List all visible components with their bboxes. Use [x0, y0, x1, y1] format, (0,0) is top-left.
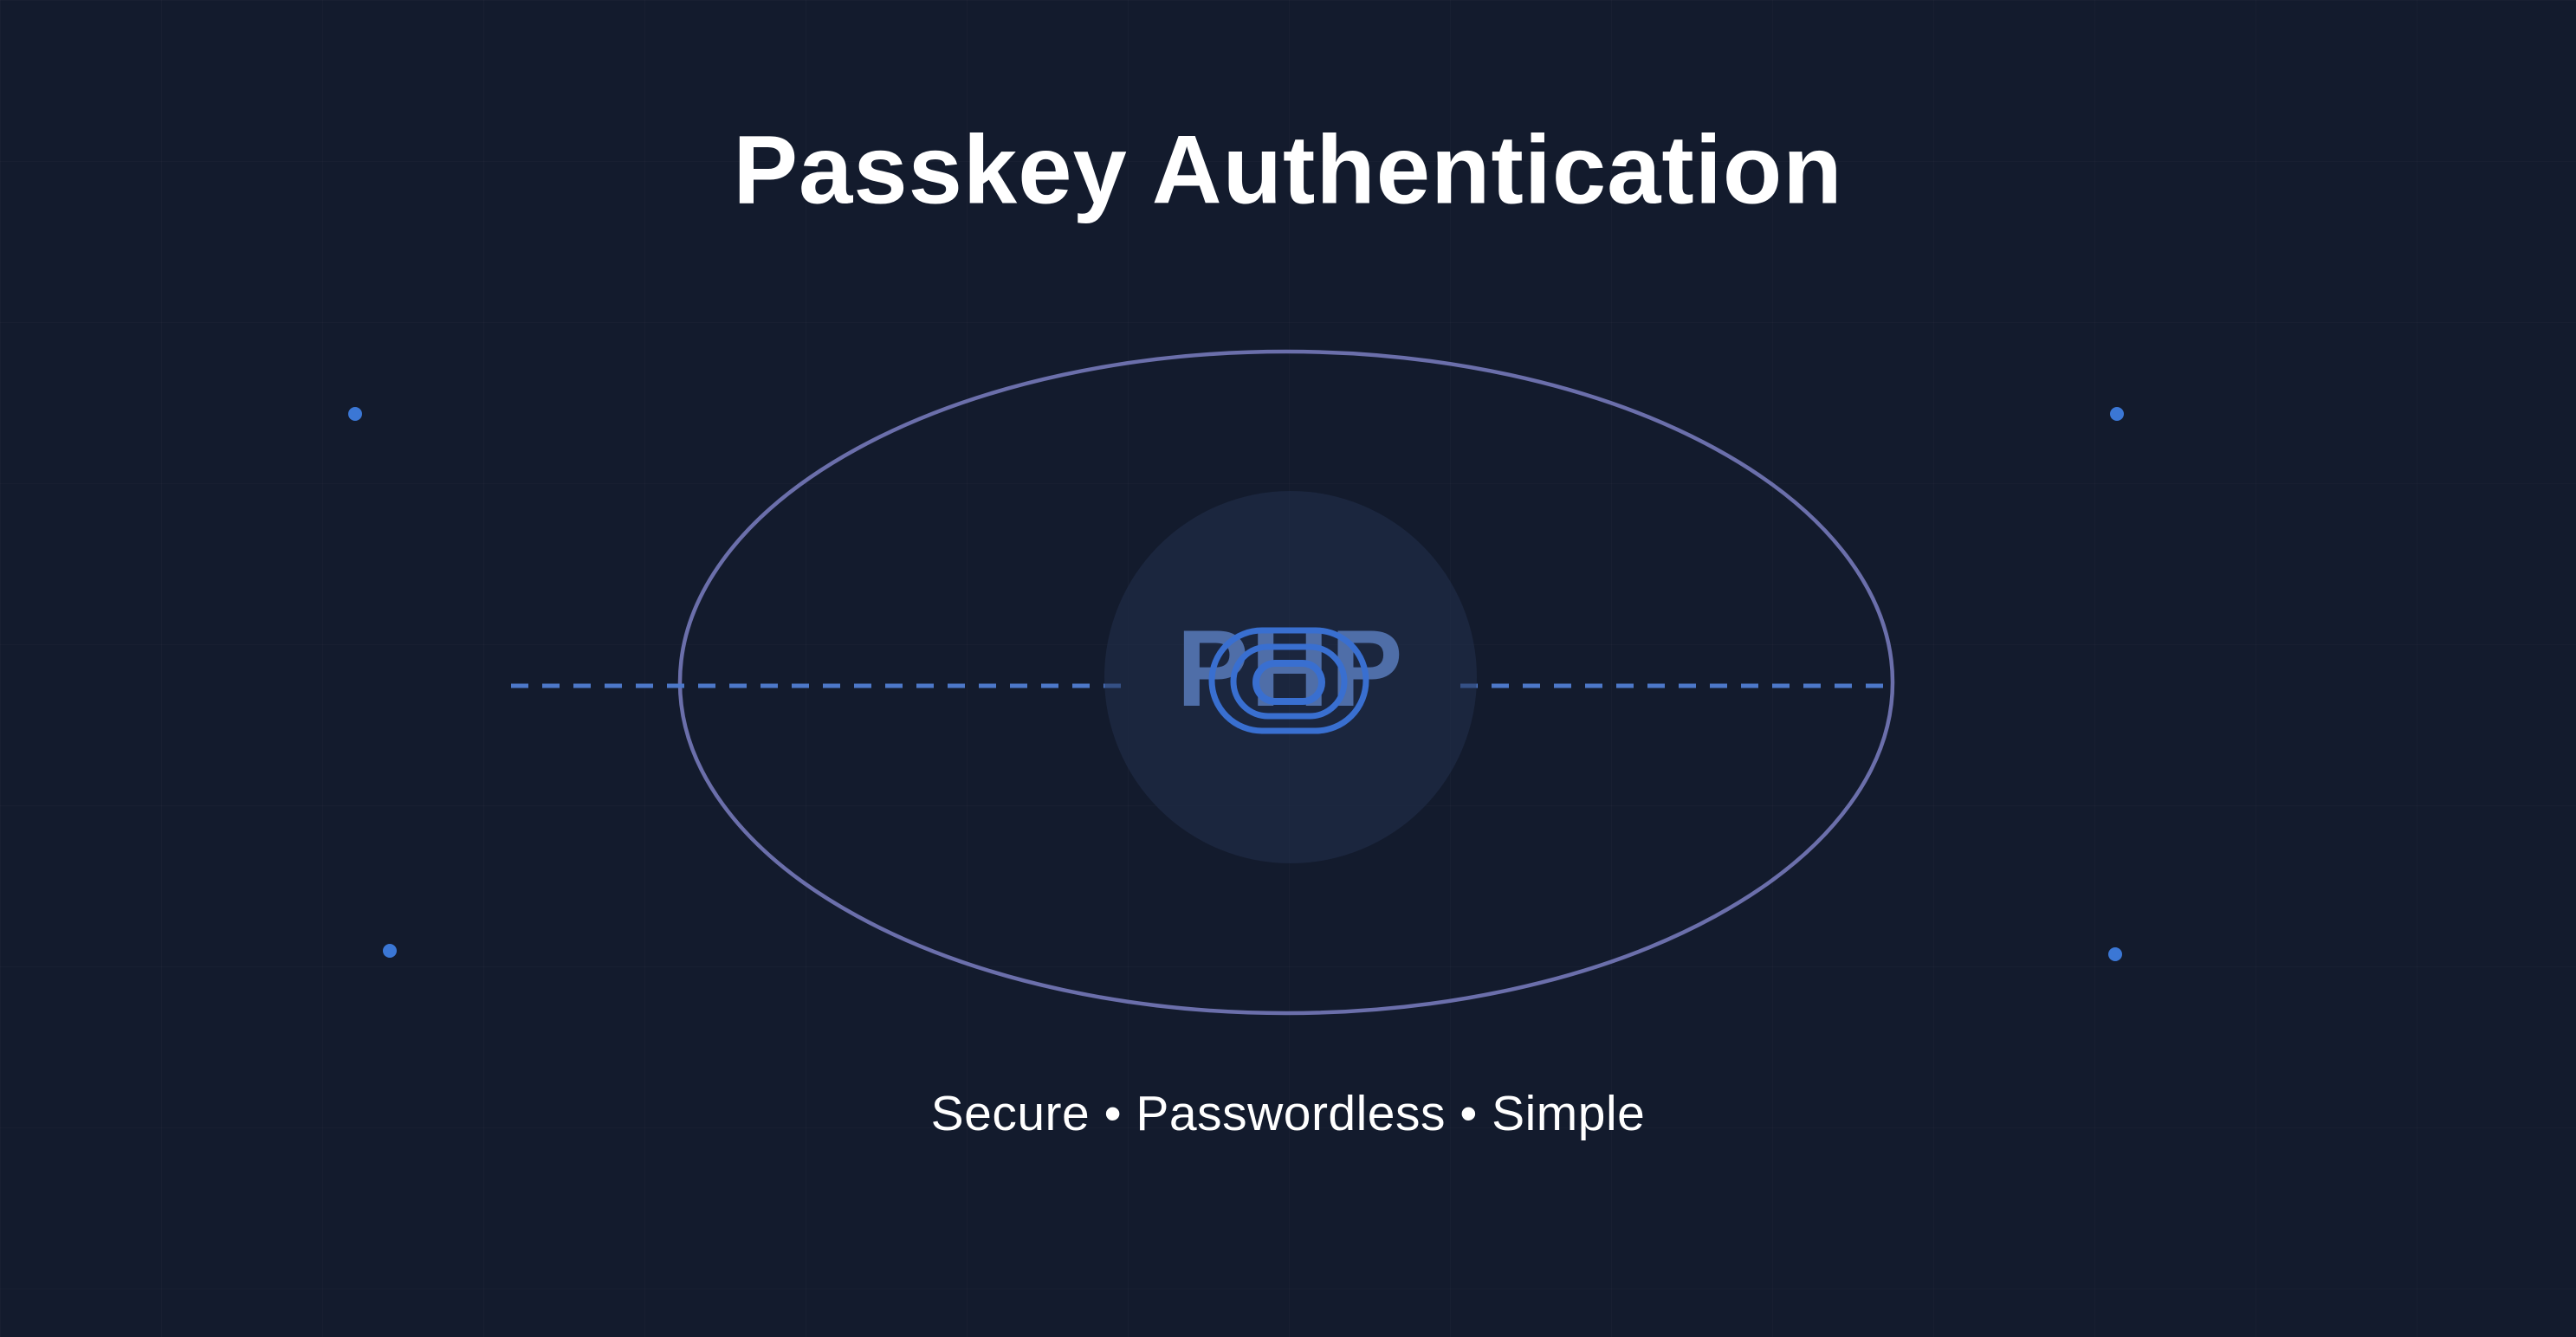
- subtitle: Secure • Passwordless • Simple: [931, 1085, 1646, 1142]
- accent-dot: [348, 407, 362, 421]
- accent-dot: [2108, 947, 2122, 961]
- accent-dot: [2110, 407, 2124, 421]
- center-circle: [1104, 491, 1477, 863]
- orbit-ellipse: [680, 352, 1893, 1013]
- fingerprint-rings: [1212, 630, 1366, 731]
- accent-dot: [383, 944, 397, 958]
- page-title: Passkey Authentication: [733, 114, 1842, 226]
- center-label: PHP: [1176, 609, 1404, 729]
